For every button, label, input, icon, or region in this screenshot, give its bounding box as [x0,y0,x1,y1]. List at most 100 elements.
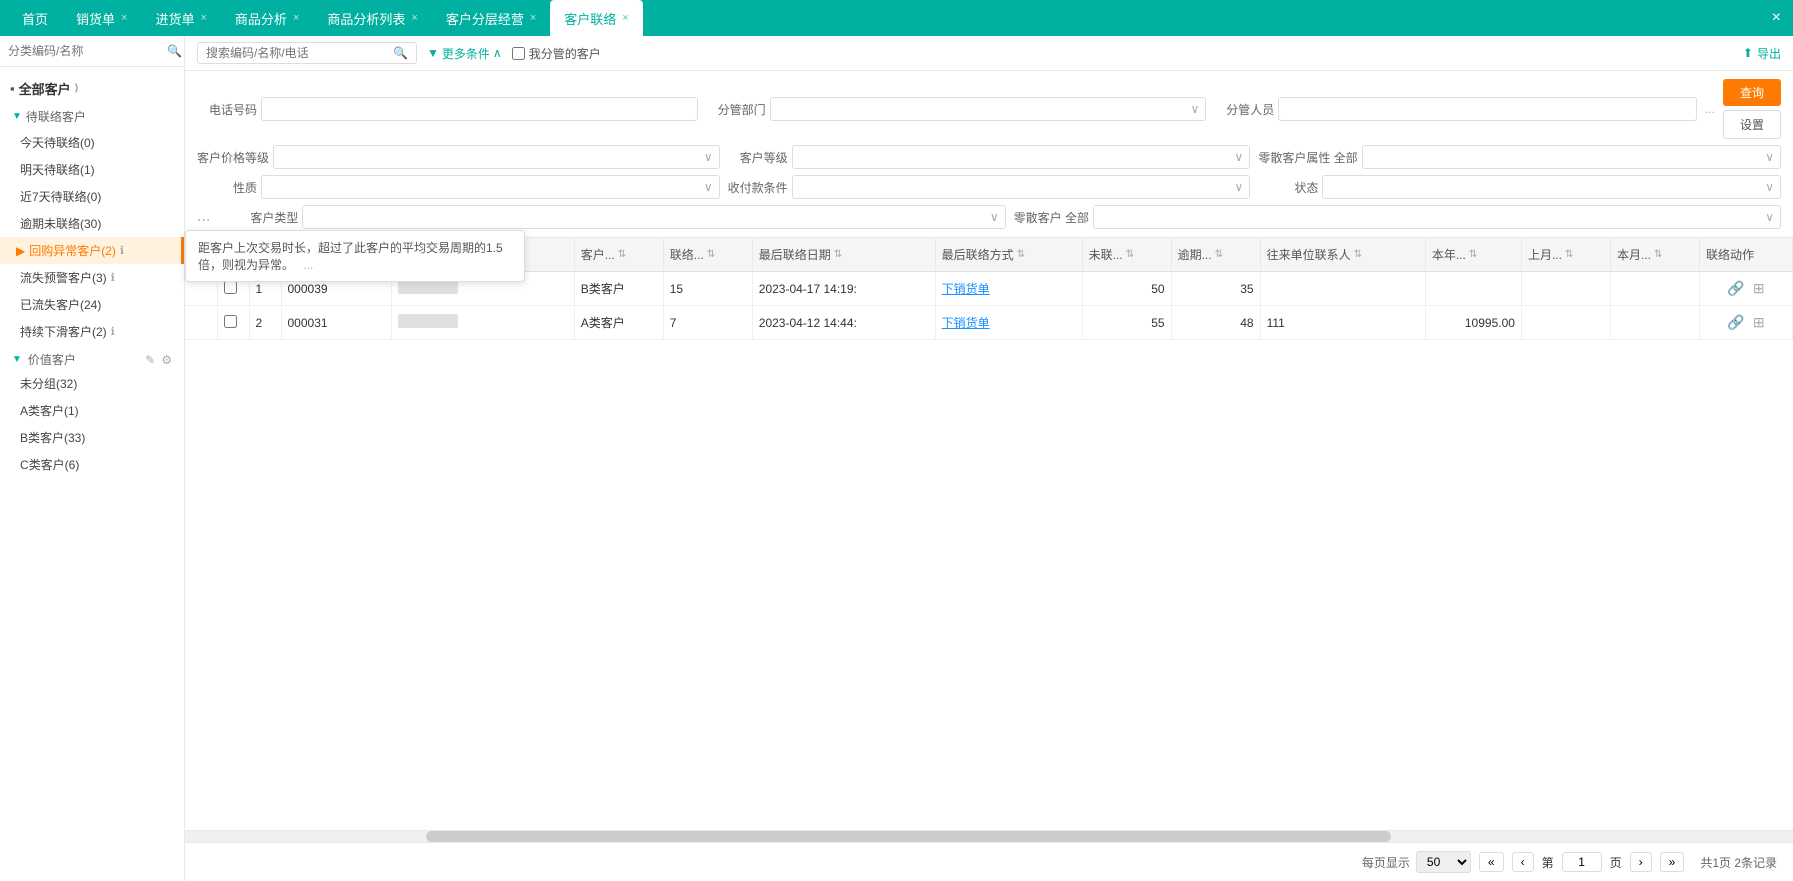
filter-manager-input[interactable] [1278,97,1697,121]
sidebar-item-b-class[interactable]: B类客户(33) [0,424,184,451]
row1-link-icon[interactable]: 🔗 [1727,280,1744,297]
sidebar-item-overdue[interactable]: 逾期未联络(30) [0,210,184,237]
close-customer-tier-tab[interactable]: × [530,12,536,24]
first-page-btn[interactable]: « [1479,852,1504,872]
th-last-date[interactable]: 最后联络日期 ⇅ [752,238,935,272]
price-select-arrow: ∨ [704,150,713,164]
all-customers-header[interactable]: ▪ 全部客户 ⟩ [0,73,184,104]
filter-phone-input[interactable] [261,97,698,121]
td-this-year-2: 10995.00 [1425,306,1521,340]
filter-price-level-select[interactable]: ∨ [273,145,720,169]
filter-retail-select[interactable]: ∨ [1093,205,1781,229]
filter-manager: 分管人员 ... [1214,97,1715,121]
last-page-btn[interactable]: » [1660,852,1685,872]
nav-analysis-list[interactable]: 商品分析列表 × [313,0,431,36]
filter-cust-type-label: 客户类型 [238,209,298,226]
th-contact[interactable]: 联络... ⇅ [663,238,752,272]
sidebar-item-declining[interactable]: 持续下滑客户(2) ℹ [0,318,184,345]
last-way-link-1[interactable]: 下销货单 [942,282,990,296]
nav-analysis[interactable]: 商品分析 × [221,0,313,36]
row2-grid-icon[interactable]: ⊞ [1753,314,1765,331]
table-container: ⚙ 客户编码 ⇅ [185,238,1793,830]
total-info: 共1页 2条记录 [1700,854,1777,871]
pending-arrow: ▼ [12,111,22,122]
query-button[interactable]: 查询 [1723,79,1781,106]
filter-payment-label: 收付款条件 [728,179,788,196]
close-all-tabs[interactable]: × [1772,9,1781,27]
th-overdue[interactable]: 逾期... ⇅ [1171,238,1260,272]
close-analysis-list-tab[interactable]: × [411,12,417,24]
my-customer-check[interactable] [512,47,525,60]
filter-dept-select[interactable]: ∨ [770,97,1207,121]
sidebar-item-7days[interactable]: 近7天待联络(0) [0,183,184,210]
next-page-btn[interactable]: › [1630,852,1652,872]
td-unit-contact-2: 111 [1260,306,1425,340]
sidebar-item-ungroup[interactable]: 未分组(32) [0,370,184,397]
sidebar-item-churned[interactable]: 已流失客户(24) [0,291,184,318]
filter-dots[interactable]: ... [197,208,210,226]
horizontal-scrollbar[interactable] [185,830,1793,842]
filter-payment-select[interactable]: ∨ [792,175,1251,199]
row1-checkbox[interactable] [224,281,237,294]
scroll-thumb[interactable] [426,831,1391,842]
nav-customer-contact[interactable]: 客户联络 × [550,0,642,36]
manager-dots[interactable]: ... [1705,102,1715,116]
export-button[interactable]: ⬆ 导出 [1743,45,1781,62]
nav-home[interactable]: 首页 [8,0,62,36]
adv-filter-row3: 性质 ∨ 收付款条件 ∨ 状态 [197,175,1781,199]
collapse-icon: ⟩ [75,83,79,94]
main-search-icon[interactable]: 🔍 [393,46,408,60]
unit-contact-sort-icon: ⇅ [1354,249,1362,260]
filter-dept: 分管部门 ∨ [706,97,1207,121]
th-this-year[interactable]: 本年... ⇅ [1425,238,1521,272]
last-date-sort-icon: ⇅ [834,249,842,260]
filter-status-select[interactable]: ∨ [1322,175,1781,199]
th-action: 联络动作 [1699,238,1792,272]
sidebar-item-a-class[interactable]: A类客户(1) [0,397,184,424]
td-last-way-1: 下销货单 [935,272,1082,306]
th-unit-contact[interactable]: 往来单位联系人 ⇅ [1260,238,1425,272]
filter-nature-select[interactable]: ∨ [261,175,720,199]
close-purchase-tab[interactable]: × [200,12,206,24]
row1-grid-icon[interactable]: ⊞ [1753,280,1765,297]
sidebar-item-today[interactable]: 今天待联络(0) [0,129,184,156]
close-customer-contact-tab[interactable]: × [622,12,628,24]
sidebar-item-c-class[interactable]: C类客户(6) [0,451,184,478]
page-number-input[interactable] [1562,852,1602,872]
th-last-month[interactable]: 上月... ⇅ [1521,238,1610,272]
my-customer-checkbox[interactable]: 我分管的客户 [512,45,601,62]
value-edit-icon[interactable]: ✎ [145,353,155,367]
setting-button[interactable]: 设置 [1723,110,1781,139]
th-type[interactable]: 客户... ⇅ [574,238,663,272]
last-way-link-2[interactable]: 下销货单 [942,316,990,330]
contact-sort-icon: ⇅ [707,249,715,260]
more-conditions-btn[interactable]: ▼ 更多条件 ∧ [427,45,502,62]
value-customer-section[interactable]: ▼ 价值客户 ✎ ⚙ [0,345,184,370]
pending-contact-section[interactable]: ▼ 待联络客户 [0,104,184,129]
value-settings-icon[interactable]: ⚙ [161,353,172,367]
filter-retail-attr-select[interactable]: ∨ [1362,145,1781,169]
row2-checkbox[interactable] [224,315,237,328]
sidebar-item-tomorrow[interactable]: 明天待联络(1) [0,156,184,183]
th-this-month[interactable]: 本月... ⇅ [1610,238,1699,272]
sidebar-item-anomaly[interactable]: ▶ 回购异常客户(2) ℹ [0,237,184,264]
sidebar-content: ▪ 全部客户 ⟩ ▼ 待联络客户 今天待联络(0) 明天待联络(1) 近7天待联… [0,67,184,881]
main-search-input[interactable] [206,46,393,60]
tooltip-box: 距客户上次交易时长，超过了此客户的平均交易周期的1.5倍，则视为异常。 ... [185,230,525,282]
prev-page-btn[interactable]: ‹ [1512,852,1534,872]
row2-link-icon[interactable]: 🔗 [1727,314,1744,331]
nav-sales[interactable]: 销货单 × [62,0,141,36]
export-icon: ⬆ [1743,46,1753,60]
sidebar-search-icon[interactable]: 🔍 [167,44,182,58]
nav-customer-tier[interactable]: 客户分层经营 × [432,0,550,36]
th-unreached[interactable]: 未联... ⇅ [1082,238,1171,272]
filter-cust-type-select[interactable]: ∨ [302,205,1005,229]
sidebar-search-input[interactable] [8,44,163,58]
sidebar-item-churn-warning[interactable]: 流失预警客户(3) ℹ [0,264,184,291]
close-sales-tab[interactable]: × [121,12,127,24]
nav-purchase[interactable]: 进货单 × [141,0,220,36]
th-last-way[interactable]: 最后联络方式 ⇅ [935,238,1082,272]
filter-cust-level-select[interactable]: ∨ [792,145,1251,169]
page-size-select[interactable]: 50 20 100 [1416,851,1471,873]
close-analysis-tab[interactable]: × [293,12,299,24]
